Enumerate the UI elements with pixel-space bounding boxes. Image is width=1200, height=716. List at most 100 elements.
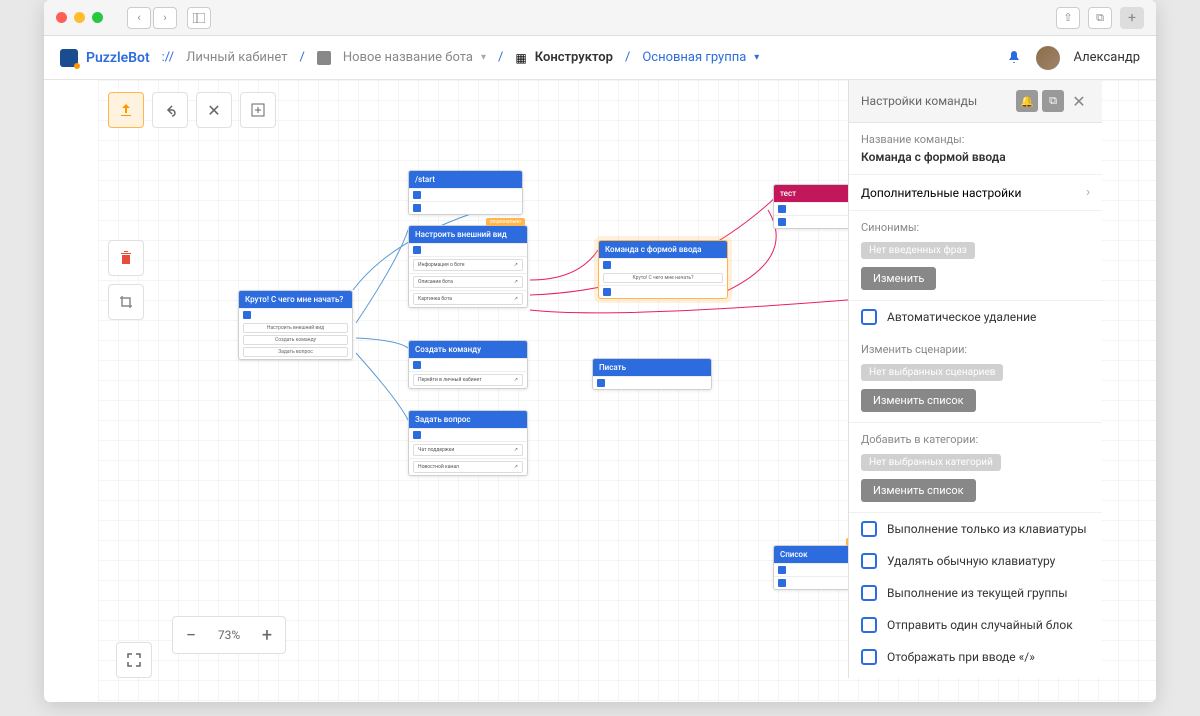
- node-button[interactable]: Круто! С чего мне начать?: [603, 273, 723, 283]
- node-appearance[interactable]: опционально Настроить внешний вид Информ…: [408, 225, 528, 308]
- panel-copy-icon[interactable]: ⧉: [1042, 90, 1064, 112]
- node-header[interactable]: Создать команду: [409, 341, 527, 358]
- checkbox-icon[interactable]: [861, 617, 877, 633]
- new-tab-button[interactable]: +: [1120, 7, 1144, 29]
- edit-synonyms-button[interactable]: Изменить: [861, 267, 936, 290]
- node-button[interactable]: Картинка бота↗: [413, 293, 523, 305]
- node-start[interactable]: /start: [408, 170, 523, 215]
- fullscreen-button[interactable]: [116, 642, 152, 678]
- add-block-button[interactable]: [240, 92, 276, 128]
- close-window-icon[interactable]: [56, 12, 67, 23]
- node-header[interactable]: Круто! С чего мне начать?: [239, 291, 352, 308]
- panel-close-icon[interactable]: ✕: [1068, 90, 1090, 112]
- check-show-on-slash[interactable]: Отображать при вводе «/»: [849, 641, 1102, 673]
- check-keyboard-only[interactable]: Выполнение только из клавиатуры: [849, 513, 1102, 545]
- block-icon: [778, 205, 786, 213]
- zoom-out-button[interactable]: −: [177, 621, 205, 649]
- back-button[interactable]: ‹: [127, 7, 151, 29]
- panel-scen-label: Изменить сценарии:: [861, 343, 1090, 356]
- zoom-controls: − 73% +: [172, 616, 286, 654]
- checkbox-icon[interactable]: [861, 585, 877, 601]
- forward-button[interactable]: ›: [153, 7, 177, 29]
- brand-name[interactable]: PuzzleBot: [86, 50, 150, 66]
- block-icon: [413, 204, 421, 212]
- grid-icon: ▦: [515, 51, 526, 65]
- avatar[interactable]: [1036, 46, 1060, 70]
- toolbar: ✕: [108, 92, 276, 128]
- node-greet[interactable]: Круто! С чего мне начать? Настроить внеш…: [238, 290, 353, 360]
- breadcrumb-sep: /: [498, 50, 503, 65]
- edit-categories-button[interactable]: Изменить список: [861, 479, 976, 502]
- maximize-window-icon[interactable]: [92, 12, 103, 23]
- panel-name-label: Название команды:: [861, 133, 1090, 146]
- delete-button[interactable]: [108, 240, 144, 276]
- node-create[interactable]: Создать команду Перейти в личный кабинет…: [408, 340, 528, 389]
- node-ask[interactable]: Задать вопрос Чат поддержки↗ Новостной к…: [408, 410, 528, 476]
- nav-arrows: ‹ ›: [127, 7, 177, 29]
- node-header[interactable]: Команда с формой ввода: [599, 241, 727, 258]
- browser-chrome: ‹ › ⇧ ⧉ +: [44, 0, 1156, 36]
- check-current-group[interactable]: Выполнение из текущей группы: [849, 577, 1102, 609]
- external-link-icon: ↗: [514, 262, 518, 268]
- node-button[interactable]: Описание бота↗: [413, 276, 523, 288]
- external-link-icon: ↗: [514, 464, 518, 470]
- sidebar-toggle-icon[interactable]: [187, 7, 211, 29]
- chevron-down-icon[interactable]: ▾: [754, 52, 759, 63]
- block-icon: [413, 361, 421, 369]
- node-header[interactable]: Задать вопрос: [409, 411, 527, 428]
- breadcrumb-group[interactable]: Основная группа: [642, 50, 746, 65]
- breadcrumb-constructor[interactable]: Конструктор: [535, 50, 613, 65]
- node-tag: опционально: [486, 218, 525, 226]
- node-button[interactable]: Новостной канал↗: [413, 461, 523, 473]
- panel-header: Настройки команды 🔔 ⧉ ✕: [849, 80, 1102, 123]
- breadcrumb-bot[interactable]: Новое название бота: [343, 50, 473, 65]
- check-label: Выполнение только из клавиатуры: [887, 522, 1087, 536]
- node-button[interactable]: Перейти в личный кабинет↗: [413, 374, 523, 386]
- username[interactable]: Александр: [1074, 50, 1140, 65]
- tabs-icon[interactable]: ⧉: [1088, 7, 1112, 29]
- close-button[interactable]: ✕: [196, 92, 232, 128]
- checkbox-icon[interactable]: [861, 521, 877, 537]
- panel-syn-tag: Нет введенных фраз: [861, 242, 975, 259]
- crop-button[interactable]: [108, 284, 144, 320]
- node-header[interactable]: Настроить внешний вид: [409, 226, 527, 243]
- edit-scenarios-button[interactable]: Изменить список: [861, 389, 976, 412]
- minimize-window-icon[interactable]: [74, 12, 85, 23]
- breadcrumb-sep: /: [299, 50, 304, 65]
- panel-name-value[interactable]: Команда с формой ввода: [861, 150, 1090, 164]
- block-icon: [603, 261, 611, 269]
- panel-more-settings[interactable]: Дополнительные настройки ›: [849, 175, 1102, 211]
- checkbox-icon[interactable]: [861, 553, 877, 569]
- node-header[interactable]: /start: [409, 171, 522, 188]
- check-remove-keyboard[interactable]: Удалять обычную клавиатуру: [849, 545, 1102, 577]
- share-icon[interactable]: ⇧: [1056, 7, 1080, 29]
- block-icon: [413, 246, 421, 254]
- undo-button[interactable]: [152, 92, 188, 128]
- node-button[interactable]: Информация о боте↗: [413, 259, 523, 271]
- checkbox-icon[interactable]: [861, 309, 877, 325]
- check-auto-delete[interactable]: Автоматическое удаление: [849, 301, 1102, 333]
- zoom-value: 73%: [213, 628, 245, 642]
- zoom-in-button[interactable]: +: [253, 621, 281, 649]
- node-header[interactable]: Писать: [593, 359, 711, 376]
- block-icon: [603, 288, 611, 296]
- chevron-down-icon[interactable]: ▾: [481, 52, 486, 63]
- node-button[interactable]: Настроить внешний вид: [243, 323, 348, 333]
- node-form[interactable]: Команда с формой ввода Круто! С чего мне…: [598, 240, 728, 299]
- checkbox-icon[interactable]: [861, 649, 877, 665]
- block-icon: [243, 311, 251, 319]
- node-button[interactable]: Задать вопрос: [243, 347, 348, 357]
- app-header: PuzzleBot :// Личный кабинет / Новое наз…: [44, 36, 1156, 80]
- node-write[interactable]: Писать: [592, 358, 712, 390]
- breadcrumb-dashboard[interactable]: Личный кабинет: [186, 50, 287, 65]
- upload-button[interactable]: [108, 92, 144, 128]
- left-tools: [108, 240, 144, 320]
- notifications-icon[interactable]: [1006, 50, 1022, 66]
- node-button[interactable]: Создать команду: [243, 335, 348, 345]
- panel-notify-icon[interactable]: 🔔: [1016, 90, 1038, 112]
- check-random-block[interactable]: Отправить один случайный блок: [849, 609, 1102, 641]
- chevron-right-icon: ›: [1086, 185, 1090, 200]
- breadcrumb-sep: ://: [162, 50, 174, 65]
- node-button[interactable]: Чат поддержки↗: [413, 444, 523, 456]
- logo-icon: [60, 49, 78, 67]
